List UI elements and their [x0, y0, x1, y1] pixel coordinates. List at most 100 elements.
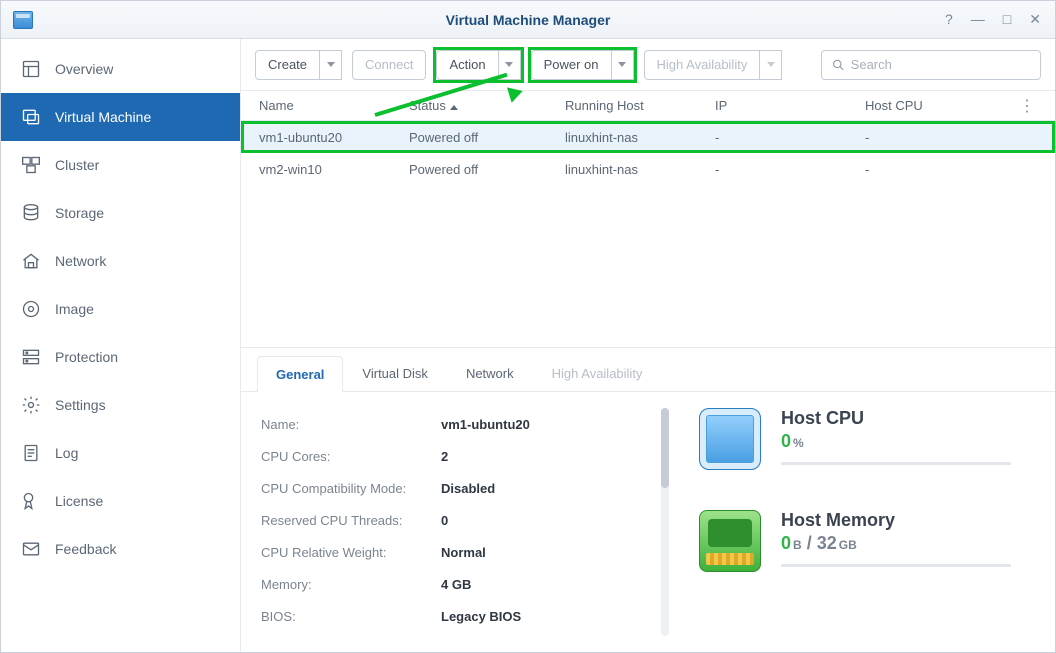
sidebar-item-protection[interactable]: Protection [1, 333, 240, 381]
host-memory-value: 0B / 32GB [781, 533, 1011, 554]
log-icon [21, 443, 41, 463]
sidebar-item-image[interactable]: Image [1, 285, 240, 333]
columns-menu-icon[interactable]: ⋮ [1013, 96, 1041, 116]
action-caret[interactable] [499, 50, 521, 80]
sidebar-label: Settings [55, 397, 106, 413]
host-memory-label: Host Memory [781, 510, 1011, 531]
memory-icon [699, 510, 761, 572]
sidebar: Overview Virtual Machine Cluster Storage… [1, 39, 241, 652]
sidebar-label: Feedback [55, 541, 116, 557]
sidebar-item-storage[interactable]: Storage [1, 189, 240, 237]
ha-caret[interactable] [760, 50, 782, 80]
help-icon[interactable]: ? [945, 11, 953, 28]
sidebar-label: Cluster [55, 157, 99, 173]
action-button[interactable]: Action [436, 50, 520, 80]
table-header: Name Status Running Host IP Host CPU ⋮ [241, 91, 1055, 121]
tab-virtual-disk[interactable]: Virtual Disk [343, 355, 447, 391]
cell-host: linuxhint-nas [561, 130, 711, 145]
maximize-icon[interactable]: □ [1003, 11, 1011, 28]
col-status[interactable]: Status [405, 98, 561, 113]
detail-scrollbar[interactable] [661, 408, 669, 636]
create-label[interactable]: Create [255, 50, 320, 80]
col-ip[interactable]: IP [711, 98, 861, 113]
sidebar-label: Virtual Machine [55, 109, 151, 125]
ha-label[interactable]: High Availability [644, 50, 761, 80]
settings-icon [21, 395, 41, 415]
feedback-icon [21, 539, 41, 559]
action-label[interactable]: Action [436, 50, 498, 80]
host-cpu-label: Host CPU [781, 408, 1011, 429]
sidebar-label: Image [55, 301, 94, 317]
connect-button[interactable]: Connect [352, 50, 426, 80]
sidebar-item-cluster[interactable]: Cluster [1, 141, 240, 189]
cell-name: vm2-win10 [255, 162, 405, 177]
table-row[interactable]: vm1-ubuntu20 Powered off linuxhint-nas -… [241, 121, 1055, 153]
window-title: Virtual Machine Manager [446, 12, 611, 28]
power-on-caret[interactable] [612, 50, 634, 80]
power-on-button[interactable]: Power on [531, 50, 634, 80]
sidebar-label: Overview [55, 61, 113, 77]
search-input[interactable] [851, 57, 1030, 72]
overview-icon [21, 59, 41, 79]
cell-status: Powered off [405, 162, 561, 177]
network-icon [21, 251, 41, 271]
app-icon [13, 11, 33, 29]
chevron-down-icon [505, 62, 513, 67]
tab-high-availability[interactable]: High Availability [533, 355, 662, 391]
sidebar-item-network[interactable]: Network [1, 237, 240, 285]
toolbar: Create Connect Action Power on High Avai… [241, 39, 1055, 91]
virtual-machine-icon [21, 107, 41, 127]
host-memory-bar [781, 564, 1011, 567]
protection-icon [21, 347, 41, 367]
sidebar-label: Network [55, 253, 106, 269]
host-memory-stat: Host Memory 0B / 32GB [699, 510, 1035, 572]
image-icon [21, 299, 41, 319]
sidebar-label: License [55, 493, 103, 509]
minimize-icon[interactable]: — [971, 11, 985, 28]
sort-asc-icon [450, 105, 458, 110]
cluster-icon [21, 155, 41, 175]
sidebar-item-overview[interactable]: Overview [1, 45, 240, 93]
create-button[interactable]: Create [255, 50, 342, 80]
host-cpu-value: 0% [781, 431, 1011, 452]
cell-host: linuxhint-nas [561, 162, 711, 177]
col-name[interactable]: Name [255, 98, 405, 113]
cell-status: Powered off [405, 130, 561, 145]
col-host-cpu[interactable]: Host CPU [861, 98, 1011, 113]
sidebar-item-license[interactable]: License [1, 477, 240, 525]
sidebar-item-settings[interactable]: Settings [1, 381, 240, 429]
table-row[interactable]: vm2-win10 Powered off linuxhint-nas - - [241, 153, 1055, 185]
tab-general[interactable]: General [257, 356, 343, 392]
storage-icon [21, 203, 41, 223]
cpu-icon [699, 408, 761, 470]
high-availability-button[interactable]: High Availability [644, 50, 783, 80]
host-cpu-stat: Host CPU 0% [699, 408, 1035, 470]
titlebar: Virtual Machine Manager ? — □ ✕ [1, 1, 1055, 39]
sidebar-label: Log [55, 445, 78, 461]
sidebar-item-feedback[interactable]: Feedback [1, 525, 240, 573]
chevron-down-icon [767, 62, 775, 67]
cell-name: vm1-ubuntu20 [255, 130, 405, 145]
license-icon [21, 491, 41, 511]
create-caret[interactable] [320, 50, 342, 80]
tab-network[interactable]: Network [447, 355, 533, 391]
vm-properties: Name:vm1-ubuntu20 CPU Cores:2 CPU Compat… [261, 408, 651, 636]
power-on-label[interactable]: Power on [531, 50, 612, 80]
host-cpu-bar [781, 462, 1011, 465]
chevron-down-icon [618, 62, 626, 67]
sidebar-item-virtual-machine[interactable]: Virtual Machine [1, 93, 240, 141]
col-running-host[interactable]: Running Host [561, 98, 711, 113]
sidebar-label: Storage [55, 205, 104, 221]
sidebar-label: Protection [55, 349, 118, 365]
sidebar-item-log[interactable]: Log [1, 429, 240, 477]
search-box[interactable] [821, 50, 1041, 80]
detail-tabs: General Virtual Disk Network High Availa… [241, 348, 1055, 392]
search-icon [832, 58, 845, 72]
cell-cpu: - [861, 162, 1011, 177]
cell-ip: - [711, 130, 861, 145]
chevron-down-icon [327, 62, 335, 67]
close-icon[interactable]: ✕ [1029, 11, 1041, 28]
details-panel: General Virtual Disk Network High Availa… [241, 347, 1055, 652]
cell-cpu: - [861, 130, 1011, 145]
cell-ip: - [711, 162, 861, 177]
